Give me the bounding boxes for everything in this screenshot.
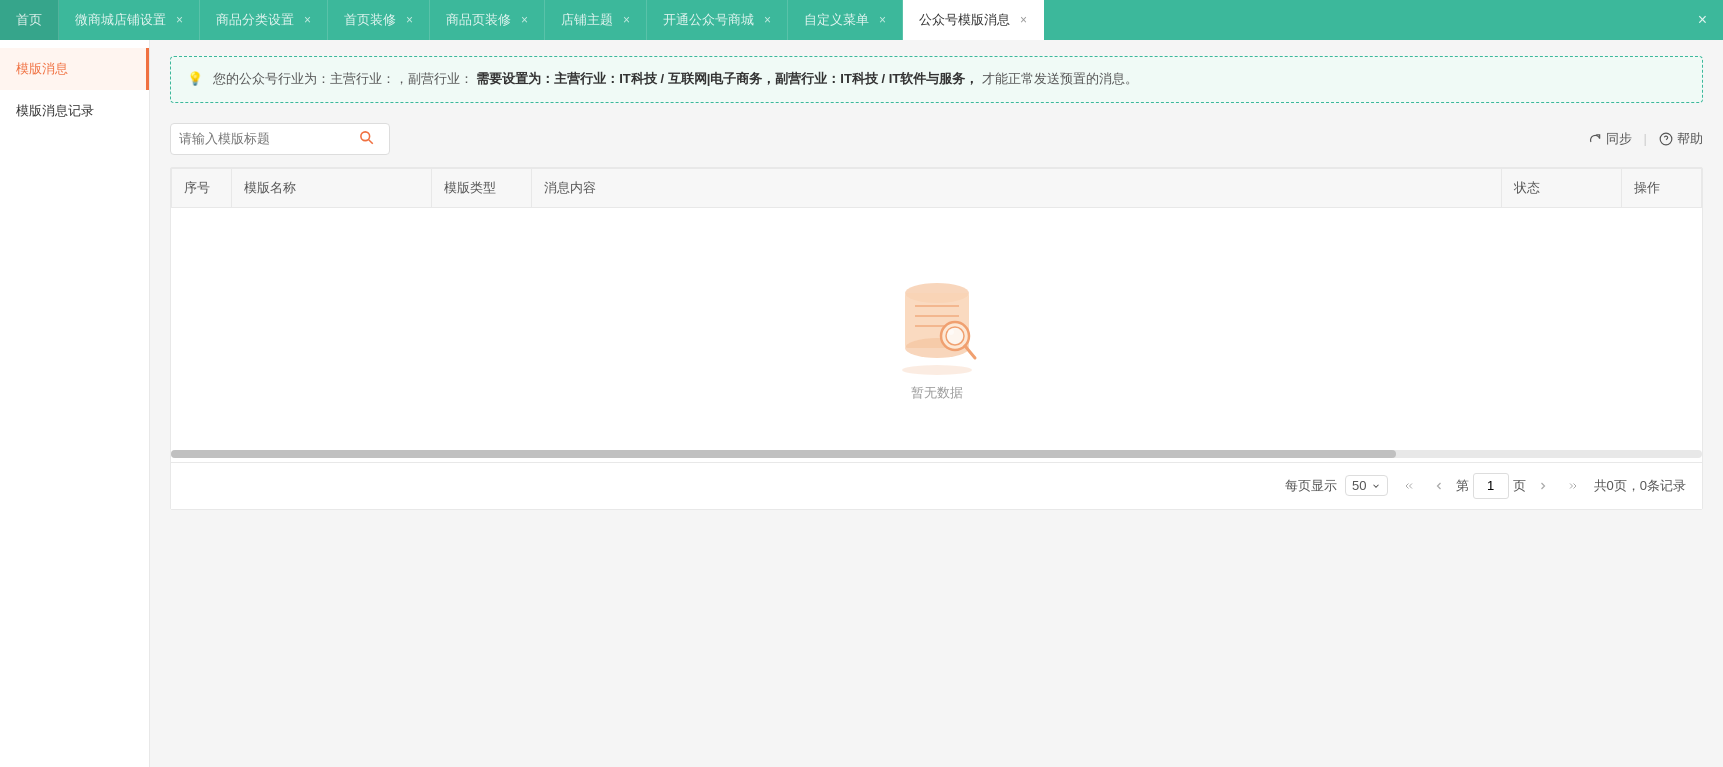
notice-suffix: 才能正常发送预置的消息。 xyxy=(982,71,1138,86)
col-content: 消息内容 xyxy=(532,168,1502,207)
help-button[interactable]: 帮助 xyxy=(1659,130,1703,148)
per-page-label: 每页显示 xyxy=(1285,477,1337,495)
notice-prefix: 您的公众号行业为：主营行业：，副营行业： xyxy=(213,71,473,86)
search-icon[interactable] xyxy=(359,130,374,148)
main-layout: 模版消息 模版消息记录 💡 您的公众号行业为：主营行业：，副营行业： 需要设置为… xyxy=(0,40,1723,767)
svg-point-13 xyxy=(948,329,954,335)
search-input[interactable] xyxy=(179,124,359,154)
tab-mall[interactable]: 开通公众号商城 × xyxy=(647,0,788,40)
scroll-thumb[interactable] xyxy=(171,450,1396,458)
last-page-button[interactable] xyxy=(1560,473,1586,499)
toolbar-divider: | xyxy=(1644,131,1647,146)
col-seq: 序号 xyxy=(172,168,232,207)
search-bar: 同步 | 帮助 xyxy=(170,123,1703,155)
tab-product[interactable]: 商品页装修 × xyxy=(430,0,545,40)
tab-wshop[interactable]: 微商城店铺设置 × xyxy=(59,0,200,40)
close-tab-homepage[interactable]: × xyxy=(406,13,413,27)
tab-bar-close-btn[interactable]: × xyxy=(1682,11,1723,29)
col-status: 状态 xyxy=(1502,168,1622,207)
pagination: 每页显示 50 xyxy=(171,462,1702,509)
page-label: 第 xyxy=(1456,477,1469,495)
empty-illustration xyxy=(887,268,987,368)
prev-page-button[interactable] xyxy=(1426,473,1452,499)
sidebar-item-template-record[interactable]: 模版消息记录 xyxy=(0,90,149,132)
svg-line-12 xyxy=(965,346,975,358)
data-table: 序号 模版名称 模版类型 消息内容 状态 操作 xyxy=(171,168,1702,208)
page-nav: 第 页 xyxy=(1396,473,1586,499)
empty-text: 暂无数据 xyxy=(171,384,1702,402)
tab-bar: 首页 微商城店铺设置 × 商品分类设置 × 首页装修 × 商品页装修 × 店铺主… xyxy=(0,0,1723,40)
empty-state: 暂无数据 xyxy=(171,208,1702,442)
sync-button[interactable]: 同步 xyxy=(1588,130,1632,148)
toolbar-right: 同步 | 帮助 xyxy=(1588,130,1703,148)
svg-point-14 xyxy=(902,365,972,375)
first-page-button[interactable] xyxy=(1396,473,1422,499)
content-area: 💡 您的公众号行业为：主营行业：，副营行业： 需要设置为：主营行业：IT科技 /… xyxy=(150,40,1723,767)
next-page-button[interactable] xyxy=(1530,473,1556,499)
tab-home[interactable]: 首页 xyxy=(0,0,59,40)
notice-icon: 💡 xyxy=(187,71,203,86)
col-type: 模版类型 xyxy=(432,168,532,207)
total-label: 共0页，0条记录 xyxy=(1594,477,1686,495)
col-action: 操作 xyxy=(1622,168,1702,207)
search-input-wrap[interactable] xyxy=(170,123,390,155)
close-tab-theme[interactable]: × xyxy=(623,13,630,27)
close-tab-template[interactable]: × xyxy=(1020,13,1027,27)
table-wrapper: 序号 模版名称 模版类型 消息内容 状态 操作 xyxy=(170,167,1703,510)
tab-homepage[interactable]: 首页装修 × xyxy=(328,0,430,40)
sidebar-item-template-msg[interactable]: 模版消息 xyxy=(0,48,149,90)
tab-menu[interactable]: 自定义菜单 × xyxy=(788,0,903,40)
tab-template[interactable]: 公众号模版消息 × xyxy=(903,0,1044,40)
close-tab-mall[interactable]: × xyxy=(764,13,771,27)
page-unit: 页 xyxy=(1513,477,1526,495)
svg-point-11 xyxy=(946,327,964,345)
close-tab-product[interactable]: × xyxy=(521,13,528,27)
horizontal-scrollbar[interactable] xyxy=(171,442,1702,462)
svg-line-1 xyxy=(369,139,373,143)
page-size-select[interactable]: 50 xyxy=(1345,475,1387,496)
close-tab-wshop[interactable]: × xyxy=(176,13,183,27)
scroll-track xyxy=(171,450,1702,458)
tab-category[interactable]: 商品分类设置 × xyxy=(200,0,328,40)
svg-point-0 xyxy=(361,132,370,141)
notice-box: 💡 您的公众号行业为：主营行业：，副营行业： 需要设置为：主营行业：IT科技 /… xyxy=(170,56,1703,103)
notice-highlight: 需要设置为：主营行业：IT科技 / 互联网|电子商务，副营行业：IT科技 / I… xyxy=(476,71,978,86)
close-tab-category[interactable]: × xyxy=(304,13,311,27)
page-input[interactable] xyxy=(1473,473,1509,499)
close-tab-menu[interactable]: × xyxy=(879,13,886,27)
col-name: 模版名称 xyxy=(232,168,432,207)
tab-theme[interactable]: 店铺主题 × xyxy=(545,0,647,40)
sidebar: 模版消息 模版消息记录 xyxy=(0,40,150,767)
